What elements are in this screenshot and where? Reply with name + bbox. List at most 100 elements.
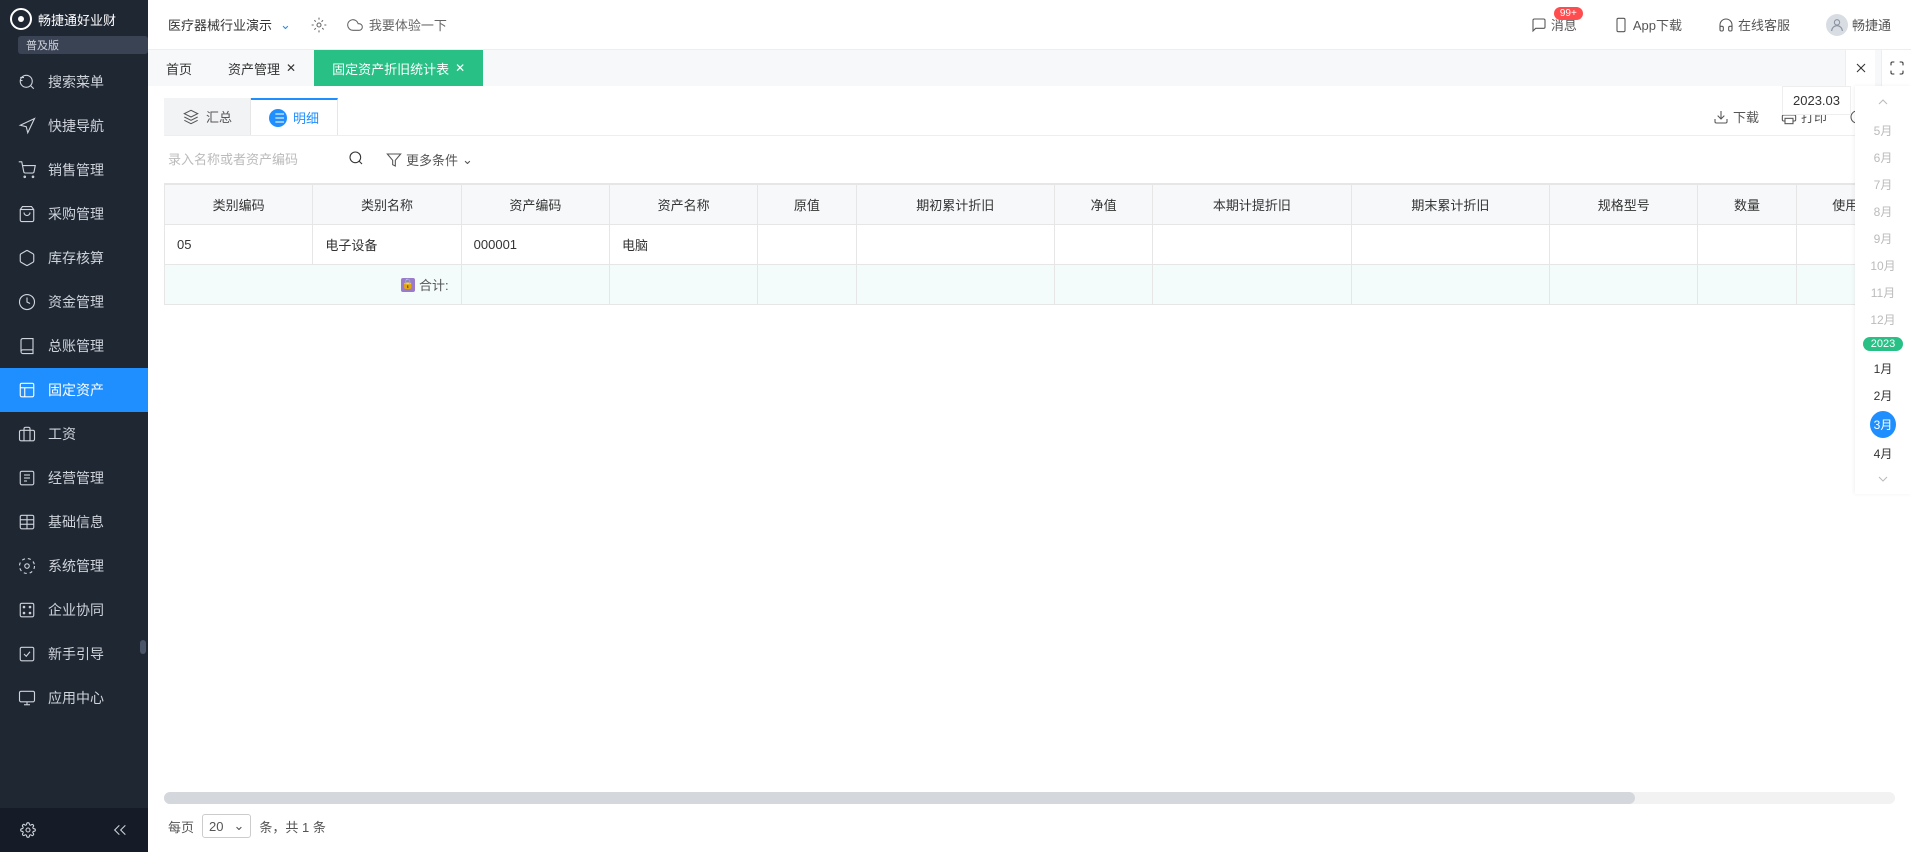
table-wrap[interactable]: 类别编码类别名称资产编码资产名称原值期初累计折旧净值本期计提折旧期末累计折旧规格… <box>164 183 1895 788</box>
search-button[interactable] <box>344 146 368 173</box>
tabbar: 首页资产管理✕固定资产折旧统计表✕ <box>148 50 1911 86</box>
period-month[interactable]: 9月 <box>1855 225 1911 252</box>
sidebar-item-8[interactable]: 工资 <box>0 412 148 456</box>
sidebar-item-11[interactable]: 系统管理 <box>0 544 148 588</box>
period-month[interactable]: 1月 <box>1855 355 1911 382</box>
sidebar-item-3[interactable]: 采购管理 <box>0 192 148 236</box>
period-month[interactable]: 4月 <box>1855 440 1911 467</box>
scrollbar-thumb[interactable] <box>164 792 1635 804</box>
sidebar-item-13[interactable]: 新手引导 <box>0 632 148 676</box>
view-tab-summary-label: 汇总 <box>206 107 232 126</box>
total-cell: 🔒合计: <box>165 265 462 305</box>
column-header[interactable]: 类别名称 <box>313 185 461 225</box>
sidebar-item-4[interactable]: 库存核算 <box>0 236 148 280</box>
sidebar-scrollbar[interactable] <box>140 640 146 654</box>
version-tag: 普及版 <box>18 36 148 54</box>
column-header[interactable]: 净值 <box>1054 185 1152 225</box>
pagination-suffix: 条，共 1 条 <box>259 817 325 836</box>
tab-close-icon[interactable]: ✕ <box>286 61 296 75</box>
tab-2[interactable]: 固定资产折旧统计表✕ <box>314 50 483 86</box>
sidebar-item-6[interactable]: 总账管理 <box>0 324 148 368</box>
column-header[interactable]: 资产编码 <box>461 185 609 225</box>
sidebar-item-label: 库存核算 <box>48 248 104 268</box>
messages-button[interactable]: 消息 99+ <box>1531 15 1577 34</box>
sidebar-nav: 搜索菜单快捷导航销售管理采购管理库存核算资金管理总账管理固定资产工资经营管理基础… <box>0 60 148 808</box>
chevron-down-icon <box>1875 471 1891 487</box>
nav-icon <box>18 601 36 619</box>
fullscreen-button[interactable] <box>1881 50 1911 86</box>
search-input[interactable] <box>164 146 334 173</box>
filter-icon <box>386 152 402 168</box>
data-table: 类别编码类别名称资产编码资产名称原值期初累计折旧净值本期计提折旧期末累计折旧规格… <box>164 184 1895 305</box>
sidebar-item-0[interactable]: 搜索菜单 <box>0 60 148 104</box>
column-header[interactable]: 资产名称 <box>609 185 757 225</box>
view-tab-detail[interactable]: 明细 <box>251 98 338 135</box>
sidebar-item-10[interactable]: 基础信息 <box>0 500 148 544</box>
table-cell: 电脑 <box>609 225 757 265</box>
column-header[interactable]: 数量 <box>1698 185 1796 225</box>
period-next-button[interactable] <box>1871 467 1895 494</box>
app-download-label: App下载 <box>1633 15 1682 34</box>
lock-icon: 🔒 <box>401 278 415 292</box>
sidebar-item-label: 固定资产 <box>48 380 104 400</box>
column-header[interactable]: 本期计提折旧 <box>1153 185 1351 225</box>
period-month[interactable]: 7月 <box>1855 171 1911 198</box>
period-month[interactable]: 6月 <box>1855 144 1911 171</box>
sidebar-item-14[interactable]: 应用中心 <box>0 676 148 720</box>
try-button[interactable]: 我要体验一下 <box>347 15 447 34</box>
column-header[interactable]: 规格型号 <box>1550 185 1698 225</box>
settings-icon[interactable] <box>20 822 36 838</box>
sidebar-item-label: 快捷导航 <box>48 116 104 136</box>
column-header[interactable]: 类别编码 <box>165 185 313 225</box>
support-button[interactable]: 在线客服 <box>1718 15 1790 34</box>
column-header[interactable]: 期末累计折旧 <box>1351 185 1549 225</box>
messages-badge: 99+ <box>1554 7 1583 20</box>
sidebar-item-7[interactable]: 固定资产 <box>0 368 148 412</box>
sidebar-item-1[interactable]: 快捷导航 <box>0 104 148 148</box>
sidebar-item-label: 经营管理 <box>48 468 104 488</box>
period-month[interactable]: 12月 <box>1855 306 1911 333</box>
total-cell <box>1054 265 1152 305</box>
nav-icon <box>18 337 36 355</box>
sidebar-item-9[interactable]: 经营管理 <box>0 456 148 500</box>
period-month[interactable]: 2月 <box>1855 382 1911 409</box>
view-tab-summary[interactable]: 汇总 <box>164 98 251 135</box>
message-icon <box>1531 17 1547 33</box>
period-month[interactable]: 10月 <box>1855 252 1911 279</box>
download-label: 下载 <box>1733 107 1759 126</box>
user-menu[interactable]: 畅捷通 <box>1826 14 1891 36</box>
collapse-icon[interactable] <box>112 822 128 838</box>
period-prev-button[interactable] <box>1871 90 1895 117</box>
close-icon <box>1853 60 1869 76</box>
nav-icon <box>18 645 36 663</box>
column-header[interactable]: 期初累计折旧 <box>856 185 1054 225</box>
sidebar-item-2[interactable]: 销售管理 <box>0 148 148 192</box>
sidebar-item-12[interactable]: 企业协同 <box>0 588 148 632</box>
try-label: 我要体验一下 <box>369 15 447 34</box>
sidebar-item-label: 基础信息 <box>48 512 104 532</box>
nav-icon <box>18 161 36 179</box>
sidebar-item-label: 工资 <box>48 424 76 444</box>
close-all-tabs-button[interactable] <box>1845 50 1875 86</box>
tab-0[interactable]: 首页 <box>148 50 210 86</box>
more-filter-button[interactable]: 更多条件 ⌄ <box>386 150 473 169</box>
horizontal-scrollbar[interactable] <box>164 792 1895 804</box>
column-header[interactable]: 原值 <box>758 185 856 225</box>
tab-close-icon[interactable]: ✕ <box>455 61 465 75</box>
period-month[interactable]: 3月 <box>1870 411 1896 438</box>
total-cell <box>1550 265 1698 305</box>
per-page-select[interactable]: 20 ⌄ <box>202 814 251 838</box>
period-month[interactable]: 11月 <box>1855 279 1911 306</box>
download-button[interactable]: 下载 <box>1713 107 1759 126</box>
nav-icon <box>18 73 36 91</box>
period-month[interactable]: 5月 <box>1855 117 1911 144</box>
tab-1[interactable]: 资产管理✕ <box>210 50 314 86</box>
download-icon <box>1713 109 1729 125</box>
org-selector[interactable]: 医疗器械行业演示 ⌄ <box>168 15 291 34</box>
period-month[interactable]: 8月 <box>1855 198 1911 225</box>
org-settings-button[interactable] <box>311 17 327 33</box>
table-row[interactable]: 05电子设备000001电脑 <box>165 225 1895 265</box>
sidebar-item-5[interactable]: 资金管理 <box>0 280 148 324</box>
app-download-button[interactable]: App下载 <box>1613 15 1682 34</box>
total-cell <box>1698 265 1796 305</box>
